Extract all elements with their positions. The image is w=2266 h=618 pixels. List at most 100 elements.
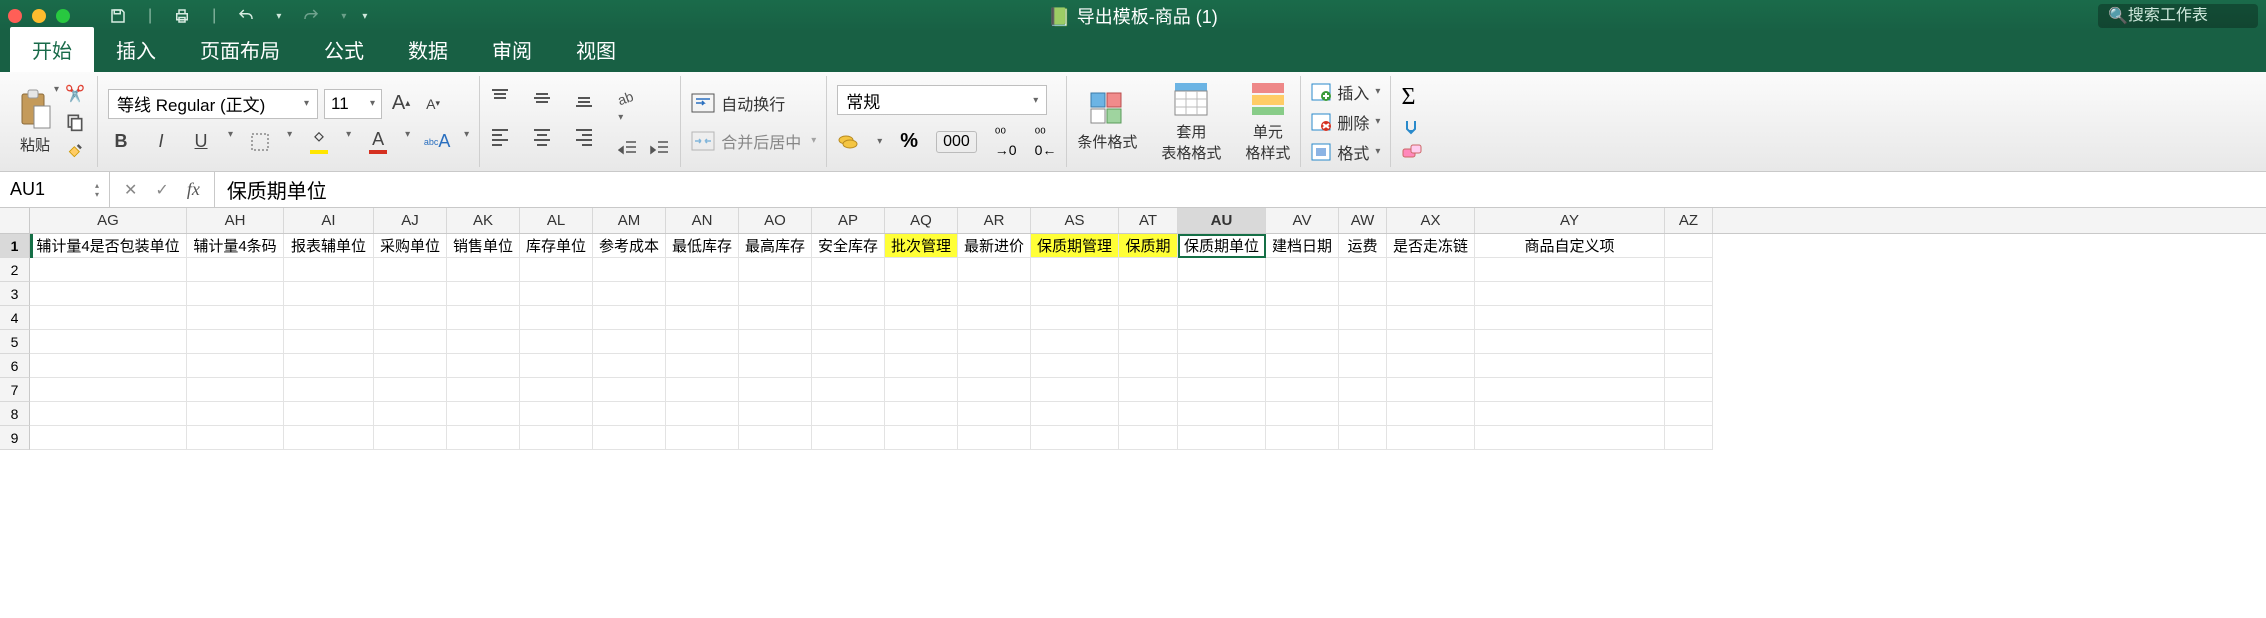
- increase-indent-icon[interactable]: [650, 139, 670, 157]
- cell-AM9[interactable]: [593, 426, 666, 450]
- spreadsheet-grid[interactable]: AGAHAIAJAKALAMANAOAPAQARASATAUAVAWAXAYAZ…: [0, 208, 2266, 450]
- cell-AM3[interactable]: [593, 282, 666, 306]
- cell-AI6[interactable]: [284, 354, 374, 378]
- cell-AU3[interactable]: [1178, 282, 1266, 306]
- cell-AG6[interactable]: [30, 354, 187, 378]
- cell-AU4[interactable]: [1178, 306, 1266, 330]
- underline-button[interactable]: U: [188, 129, 214, 155]
- bold-button[interactable]: B: [108, 129, 134, 155]
- cell-AV9[interactable]: [1266, 426, 1339, 450]
- tab-data[interactable]: 数据: [386, 27, 470, 72]
- borders-dropdown[interactable]: ▾: [287, 129, 292, 155]
- column-header-AX[interactable]: AX: [1387, 208, 1475, 233]
- cell-AX8[interactable]: [1387, 402, 1475, 426]
- row-header-9[interactable]: 9: [0, 426, 30, 450]
- cell-AX6[interactable]: [1387, 354, 1475, 378]
- paste-dropdown[interactable]: ▾: [54, 84, 59, 95]
- increase-decimal-icon[interactable]: ⁰⁰→0: [995, 125, 1017, 158]
- column-header-AO[interactable]: AO: [739, 208, 812, 233]
- cell-AP5[interactable]: [812, 330, 885, 354]
- column-header-AN[interactable]: AN: [666, 208, 739, 233]
- column-header-AR[interactable]: AR: [958, 208, 1031, 233]
- cell-AT4[interactable]: [1119, 306, 1178, 330]
- cell-AR2[interactable]: [958, 258, 1031, 282]
- cell-AH2[interactable]: [187, 258, 284, 282]
- cell-AP9[interactable]: [812, 426, 885, 450]
- cell-AM2[interactable]: [593, 258, 666, 282]
- increase-font-icon[interactable]: A▴: [388, 91, 414, 117]
- cell-AY4[interactable]: [1475, 306, 1665, 330]
- format-cells-button[interactable]: 格式▾: [1311, 140, 1380, 164]
- cell-AJ4[interactable]: [374, 306, 447, 330]
- cell-AH3[interactable]: [187, 282, 284, 306]
- cell-AL9[interactable]: [520, 426, 593, 450]
- cell-AJ9[interactable]: [374, 426, 447, 450]
- column-header-AT[interactable]: AT: [1119, 208, 1178, 233]
- column-header-AV[interactable]: AV: [1266, 208, 1339, 233]
- fill-icon[interactable]: [1401, 117, 1423, 135]
- copy-icon[interactable]: [65, 112, 87, 132]
- undo-icon[interactable]: [232, 4, 260, 28]
- cell-AL4[interactable]: [520, 306, 593, 330]
- cell-AO2[interactable]: [739, 258, 812, 282]
- cell-AS9[interactable]: [1031, 426, 1119, 450]
- cell-AJ8[interactable]: [374, 402, 447, 426]
- cell-AH8[interactable]: [187, 402, 284, 426]
- search-input[interactable]: [2128, 7, 2238, 25]
- cell-AG8[interactable]: [30, 402, 187, 426]
- cell-AW5[interactable]: [1339, 330, 1387, 354]
- minimize-window[interactable]: [32, 9, 46, 23]
- cell-AW1[interactable]: 运费: [1339, 234, 1387, 258]
- cell-AN8[interactable]: [666, 402, 739, 426]
- cell-AX9[interactable]: [1387, 426, 1475, 450]
- cell-AR3[interactable]: [958, 282, 1031, 306]
- orientation-button[interactable]: ab▾: [618, 87, 670, 125]
- cell-AL6[interactable]: [520, 354, 593, 378]
- cell-AP8[interactable]: [812, 402, 885, 426]
- formula-input[interactable]: 保质期单位: [214, 172, 2266, 207]
- cell-AZ3[interactable]: [1665, 282, 1713, 306]
- cell-AI8[interactable]: [284, 402, 374, 426]
- cell-AS2[interactable]: [1031, 258, 1119, 282]
- cell-AO3[interactable]: [739, 282, 812, 306]
- row-header-6[interactable]: 6: [0, 354, 30, 378]
- cancel-formula-icon[interactable]: ✕: [124, 180, 137, 200]
- tab-page-layout[interactable]: 页面布局: [178, 27, 302, 72]
- qat-customize[interactable]: ▾: [362, 11, 367, 22]
- cell-AP3[interactable]: [812, 282, 885, 306]
- cell-AL2[interactable]: [520, 258, 593, 282]
- cell-AO6[interactable]: [739, 354, 812, 378]
- cell-AS5[interactable]: [1031, 330, 1119, 354]
- cell-AO7[interactable]: [739, 378, 812, 402]
- cell-AV2[interactable]: [1266, 258, 1339, 282]
- cell-AN9[interactable]: [666, 426, 739, 450]
- cell-AI7[interactable]: [284, 378, 374, 402]
- cell-AT8[interactable]: [1119, 402, 1178, 426]
- column-header-AP[interactable]: AP: [812, 208, 885, 233]
- percent-button[interactable]: %: [900, 130, 918, 153]
- row-header-3[interactable]: 3: [0, 282, 30, 306]
- align-center-icon[interactable]: [532, 126, 562, 156]
- cell-AN7[interactable]: [666, 378, 739, 402]
- column-header-AI[interactable]: AI: [284, 208, 374, 233]
- fill-color-dropdown[interactable]: ▾: [346, 129, 351, 155]
- cell-AZ8[interactable]: [1665, 402, 1713, 426]
- cell-AJ3[interactable]: [374, 282, 447, 306]
- tab-view[interactable]: 视图: [554, 27, 638, 72]
- cell-AG7[interactable]: [30, 378, 187, 402]
- row-header-8[interactable]: 8: [0, 402, 30, 426]
- cell-AJ5[interactable]: [374, 330, 447, 354]
- phonetic-button[interactable]: abcA: [424, 129, 450, 155]
- cell-AI1[interactable]: 报表辅单位: [284, 234, 374, 258]
- cell-AW3[interactable]: [1339, 282, 1387, 306]
- cell-AJ7[interactable]: [374, 378, 447, 402]
- cell-AK6[interactable]: [447, 354, 520, 378]
- cell-AY3[interactable]: [1475, 282, 1665, 306]
- cell-AU8[interactable]: [1178, 402, 1266, 426]
- cell-AZ5[interactable]: [1665, 330, 1713, 354]
- row-header-7[interactable]: 7: [0, 378, 30, 402]
- cell-AH5[interactable]: [187, 330, 284, 354]
- font-color-dropdown[interactable]: ▾: [405, 129, 410, 155]
- clear-icon[interactable]: [1401, 141, 1423, 159]
- italic-button[interactable]: I: [148, 129, 174, 155]
